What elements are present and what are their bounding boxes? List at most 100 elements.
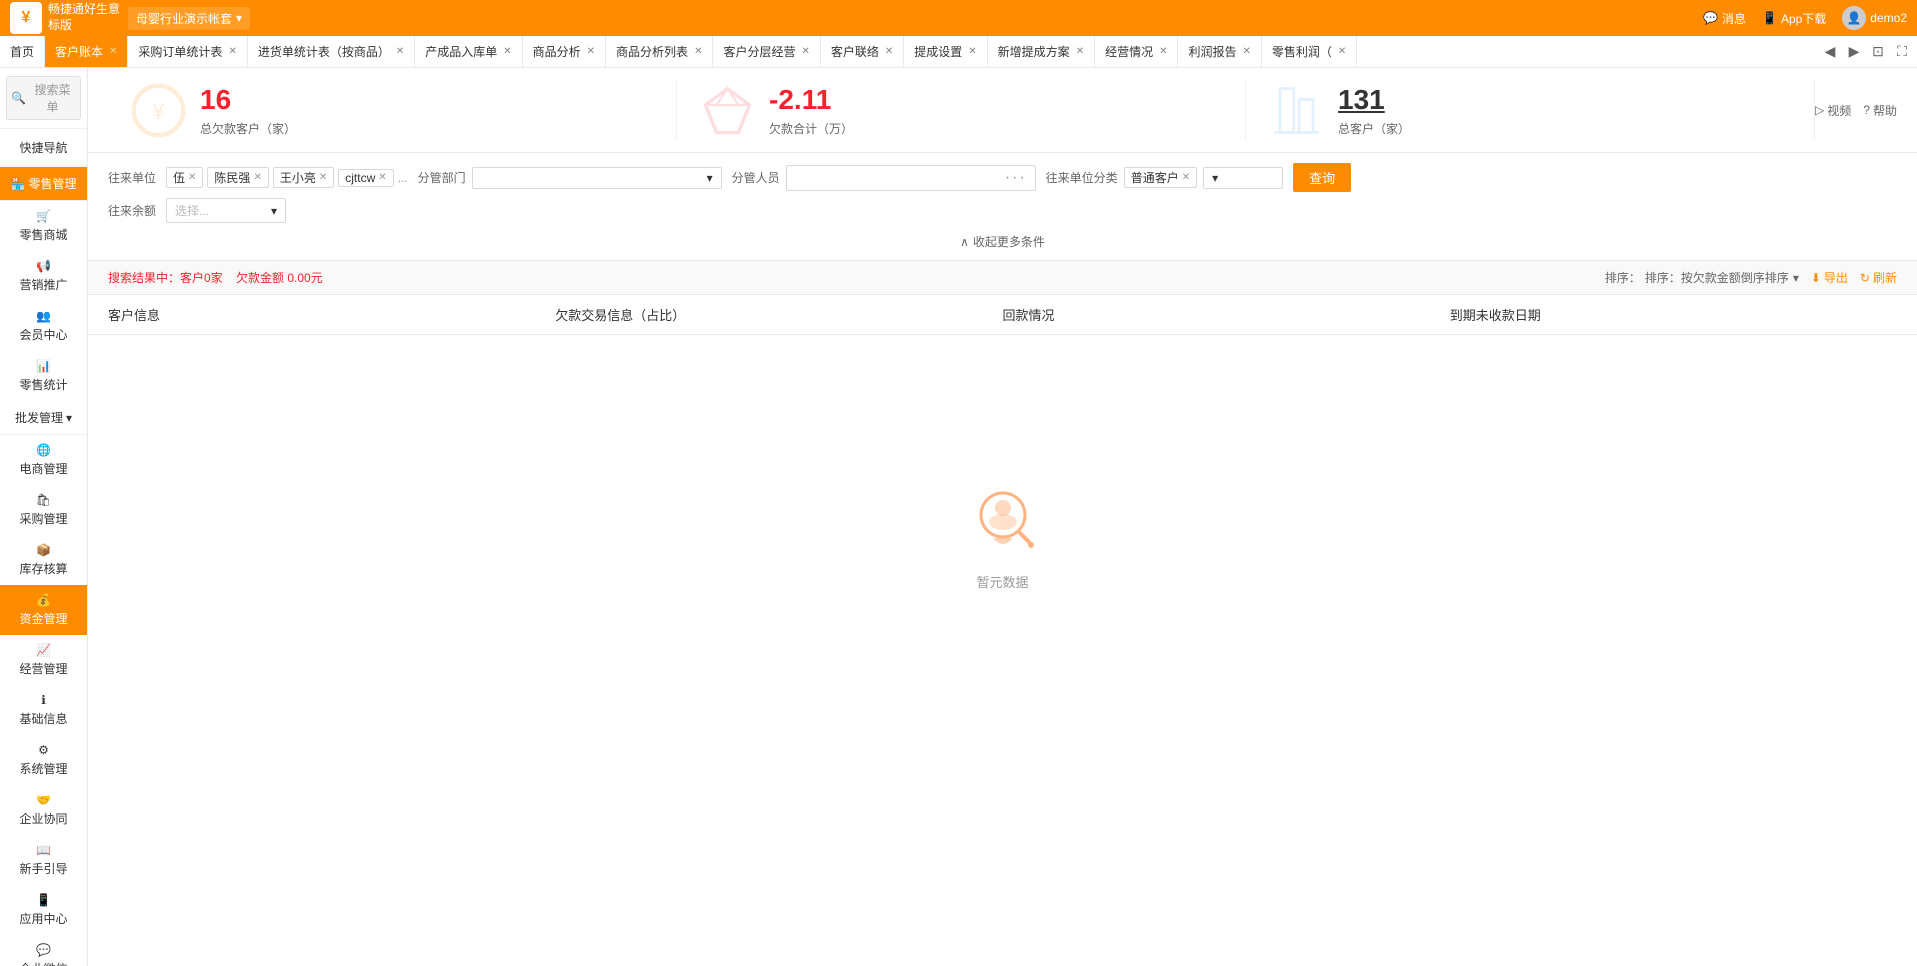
app-center-icon: 📱 [36, 893, 51, 907]
category-tag-0: 普通客户 ✕ [1124, 167, 1197, 188]
sidebar-item-retail-mall[interactable]: 🛒 零售商城 [0, 201, 87, 251]
tab-raise-settings[interactable]: 提成设置 ✕ [904, 36, 987, 68]
tab-purchase-order[interactable]: 采购订单统计表 ✕ [128, 36, 247, 68]
col-repayment: 回款情况 [1003, 305, 1450, 324]
query-button[interactable]: 查询 [1293, 163, 1351, 192]
enterprise-icon: 🤝 [36, 793, 51, 807]
unit-tag-2-close[interactable]: ✕ [319, 172, 327, 183]
tab-retail-profit-close[interactable]: ✕ [1338, 46, 1346, 57]
ecommerce-icon: 🌐 [36, 443, 51, 457]
sidebar-item-ecommerce[interactable]: 🌐 电商管理 [0, 435, 87, 485]
stats-row: ¥ 16 总欠款客户（家） [88, 68, 1917, 153]
sidebar-item-retail[interactable]: 🏪 零售管理 [0, 167, 87, 200]
sidebar-item-quick-nav[interactable]: 快捷导航 [0, 133, 87, 162]
tab-fullscreen[interactable]: ⛶ [1891, 41, 1913, 63]
sidebar-item-wholesale[interactable]: 批发管理 ▾ [0, 401, 87, 434]
tab-product-inbound[interactable]: 产成品入库单 ✕ [415, 36, 522, 68]
sidebar-item-newbie[interactable]: 📖 新手引导 [0, 835, 87, 885]
tab-customer-contact[interactable]: 客户联络 ✕ [821, 36, 904, 68]
tab-raise-settings-close[interactable]: ✕ [968, 46, 976, 57]
category-tag-0-close[interactable]: ✕ [1182, 172, 1190, 183]
category-filter-label: 往来单位分类 [1046, 169, 1118, 186]
sidebar-item-marketing[interactable]: 📢 营销推广 [0, 251, 87, 301]
tab-scroll-left[interactable]: ◀ [1819, 41, 1841, 63]
message-btn[interactable]: 💬 消息 [1703, 10, 1746, 27]
tab-customer-contact-close[interactable]: ✕ [885, 46, 893, 57]
stat-label-customers: 总欠款客户（家） [200, 120, 296, 137]
tab-accounts-close[interactable]: ✕ [109, 46, 117, 57]
coin-icon: ¥ [128, 80, 188, 140]
tab-expand[interactable]: ⊡ [1867, 41, 1889, 63]
tab-profit-report[interactable]: 利润报告 ✕ [1178, 36, 1261, 68]
tab-operation-status[interactable]: 经营情况 ✕ [1095, 36, 1178, 68]
export-btn[interactable]: ⬇ 导出 [1811, 269, 1848, 286]
stat-card-customers: ¥ 16 总欠款客户（家） [108, 80, 677, 140]
company-selector[interactable]: 母婴行业演示帐套 ▾ [128, 7, 250, 30]
unit-tag-more[interactable]: ... [398, 171, 408, 185]
unit-tag-0: 伍 ✕ [166, 167, 203, 188]
col-customer-info: 客户信息 [108, 305, 555, 324]
retail-icon: 🏪 [11, 177, 26, 191]
person-ellipsis[interactable]: ··· [1005, 169, 1027, 187]
sidebar-item-inventory[interactable]: 📦 库存核算 [0, 535, 87, 585]
unit-tag-1-close[interactable]: ✕ [253, 172, 261, 183]
sidebar-item-enterprise-wechat[interactable]: 💬 企业微信 [0, 935, 87, 966]
sidebar-item-purchase[interactable]: 🛍 采购管理 [0, 485, 87, 535]
tab-actions: ◀ ▶ ⊡ ⛶ [1819, 41, 1917, 63]
tab-product-analysis[interactable]: 商品分析 ✕ [523, 36, 606, 68]
app-download-btn[interactable]: 📱 App下载 [1762, 10, 1826, 27]
avatar: 👤 [1842, 6, 1866, 30]
user-menu[interactable]: 👤 demo2 [1842, 6, 1907, 30]
help-btn[interactable]: ? 帮助 [1863, 102, 1897, 119]
tab-scroll-right[interactable]: ▶ [1843, 41, 1865, 63]
stats-icon: 📊 [36, 359, 51, 373]
logo-icon: ¥ [10, 2, 42, 34]
stat-label-debt: 欠款合计（万） [769, 120, 853, 137]
tab-purchase-order-close[interactable]: ✕ [228, 46, 236, 57]
help-icon: ? [1863, 103, 1870, 117]
refresh-btn[interactable]: ↻ 刷新 [1860, 269, 1897, 286]
tab-product-analysis-close[interactable]: ✕ [587, 46, 595, 57]
logo-area: ¥ 畅捷通好生意 标版 [10, 2, 120, 34]
unit-tag-3-close[interactable]: ✕ [378, 172, 386, 183]
unit-filter-tags: 伍 ✕ 陈民强 ✕ 王小亮 ✕ cjttcw ✕ ... [166, 167, 408, 188]
tab-home[interactable]: 首页 [0, 36, 45, 68]
sidebar-item-basics[interactable]: ℹ 基础信息 [0, 685, 87, 735]
sidebar-item-enterprise-agreement[interactable]: 🤝 企业协同 [0, 785, 87, 835]
collapse-button[interactable]: ∧ 收起更多条件 [960, 233, 1045, 250]
search-menu-btn[interactable]: 🔍 搜索菜单 [6, 76, 81, 120]
basics-icon: ℹ [41, 693, 46, 707]
sidebar-item-capital[interactable]: 💰 资金管理 [0, 585, 87, 635]
balance-input[interactable]: 选择... ▾ [166, 198, 286, 223]
sidebar-item-app-center[interactable]: 📱 应用中心 [0, 885, 87, 935]
operation-icon: 📈 [36, 643, 51, 657]
tab-product-analysis-list-close[interactable]: ✕ [694, 46, 702, 57]
person-input[interactable]: ··· [786, 165, 1036, 191]
tab-new-raise-plan-close[interactable]: ✕ [1076, 46, 1084, 57]
tab-retail-profit[interactable]: 零售利润（ ✕ [1262, 36, 1357, 68]
tab-inbound-stats-close[interactable]: ✕ [396, 46, 404, 57]
results-bar: 搜索结果中：客户0家 欠款金额 0.00元 排序： 排序：按欠款金额倒序排序 ▾… [88, 261, 1917, 295]
tab-accounts[interactable]: 客户账本 ✕ [45, 36, 128, 68]
search-icon: 🔍 [11, 91, 26, 105]
tab-profit-report-close[interactable]: ✕ [1243, 46, 1251, 57]
tab-customer-segment-close[interactable]: ✕ [801, 46, 809, 57]
unit-tag-0-close[interactable]: ✕ [188, 172, 196, 183]
category-input[interactable]: ▾ [1203, 167, 1283, 189]
sidebar-item-member[interactable]: 👥 会员中心 [0, 301, 87, 351]
department-input[interactable]: ▾ [472, 167, 722, 189]
results-info: 搜索结果中：客户0家 欠款金额 0.00元 [108, 269, 323, 286]
tab-product-inbound-close[interactable]: ✕ [503, 46, 511, 57]
sidebar-item-operation[interactable]: 📈 经营管理 [0, 635, 87, 685]
sidebar-item-retail-stats[interactable]: 📊 零售统计 [0, 351, 87, 401]
tab-inbound-stats[interactable]: 进货单统计表（按商品） ✕ [248, 36, 415, 68]
video-btn[interactable]: ▷ 视频 [1815, 102, 1851, 119]
sort-selector[interactable]: 排序： 排序：按欠款金额倒序排序 ▾ [1605, 269, 1799, 286]
newbie-icon: 📖 [36, 843, 51, 857]
sidebar-item-system[interactable]: ⚙ 系统管理 [0, 735, 87, 785]
tab-operation-status-close[interactable]: ✕ [1159, 46, 1167, 57]
purchase-icon: 🛍 [36, 493, 51, 507]
tab-new-raise-plan[interactable]: 新增提成方案 ✕ [988, 36, 1095, 68]
tab-product-analysis-list[interactable]: 商品分析列表 ✕ [606, 36, 713, 68]
tab-customer-segment[interactable]: 客户分层经营 ✕ [713, 36, 820, 68]
